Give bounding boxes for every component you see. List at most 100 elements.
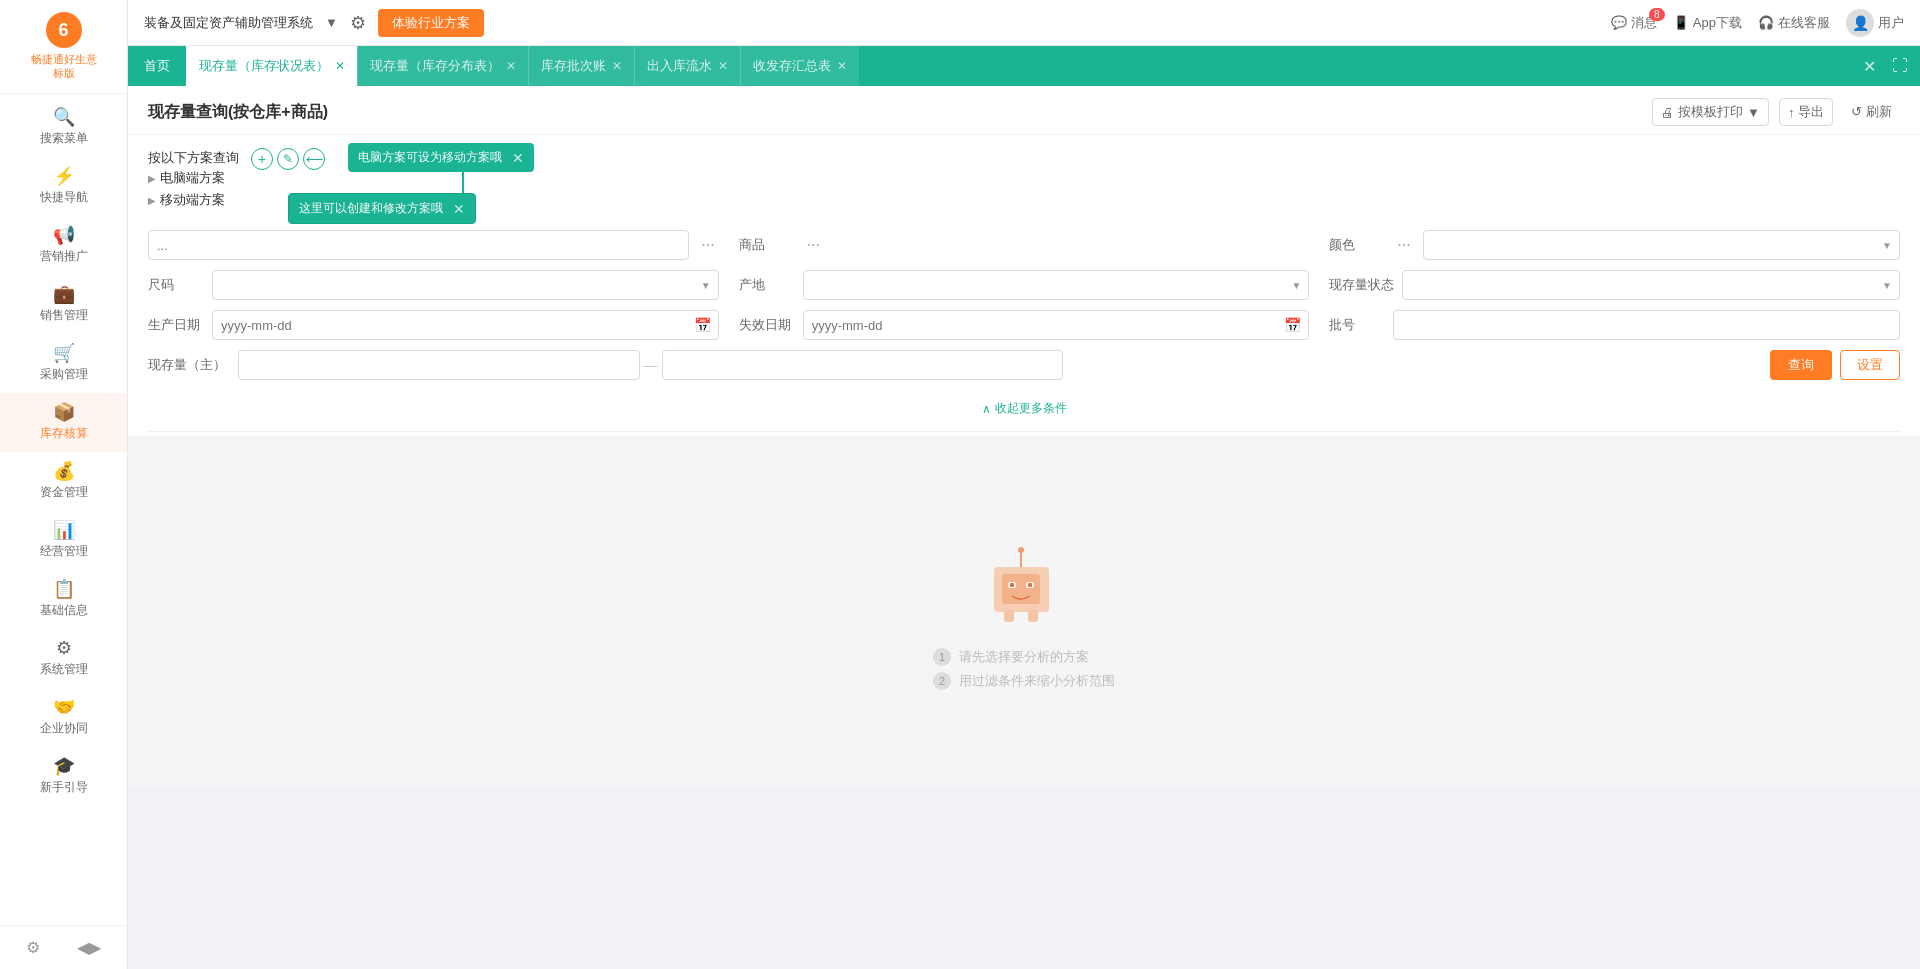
expire-date-calendar-icon[interactable]: 📅 bbox=[1284, 317, 1301, 333]
header-right: 💬 消息 8 📱 App下载 🎧 在线客服 👤 用户 bbox=[1611, 9, 1904, 37]
tab-inventory-status-label: 现存量（库存状况表） bbox=[199, 57, 329, 75]
tab-inventory-status[interactable]: 现存量（库存状况表） ✕ bbox=[186, 46, 357, 86]
scheme-back-btn[interactable]: ⟵ bbox=[303, 148, 325, 170]
system-icon: ⚙ bbox=[56, 639, 72, 657]
tab-inventory-status-close[interactable]: ✕ bbox=[335, 60, 345, 72]
size-select[interactable] bbox=[212, 270, 719, 300]
sidebar-item-business-label: 经营管理 bbox=[40, 543, 88, 560]
sidebar-collapse-btn[interactable]: ◀▶ bbox=[73, 934, 105, 961]
tabs-bar: 首页 现存量（库存状况表） ✕ 现存量（库存分布表） ✕ 库存批次账 ✕ 出入库… bbox=[128, 46, 1920, 86]
sidebar-item-system[interactable]: ⚙ 系统管理 bbox=[0, 629, 127, 688]
tabs-right: ✕ ⛶ bbox=[1859, 53, 1920, 80]
stock-range-from-input[interactable] bbox=[238, 350, 640, 380]
warehouse-input[interactable] bbox=[148, 230, 689, 260]
stock-range-to-input[interactable] bbox=[662, 350, 1064, 380]
basic-info-icon: 📋 bbox=[53, 580, 75, 598]
quicknav-icon: ⚡ bbox=[53, 167, 75, 185]
page-content: 现存量查询(按仓库+商品) 🖨 按模板打印 ▼ ↑ 导出 ↺ 刷新 bbox=[128, 86, 1920, 969]
sidebar-item-basic-info[interactable]: 📋 基础信息 bbox=[0, 570, 127, 629]
tab-inventory-dist-close[interactable]: ✕ bbox=[506, 60, 516, 72]
sidebar-item-finance[interactable]: 💰 资金管理 bbox=[0, 452, 127, 511]
collapse-btn[interactable]: ∧ 收起更多条件 bbox=[982, 394, 1067, 423]
tab-inout-close[interactable]: ✕ bbox=[718, 60, 728, 72]
stock-main-label: 现存量（主） bbox=[148, 356, 226, 374]
empty-step-2-text: 用过滤条件来缩小分析范围 bbox=[959, 672, 1115, 690]
scheme-edit-btn[interactable]: ✎ bbox=[277, 148, 299, 170]
warehouse-dots-btn[interactable]: ··· bbox=[697, 236, 718, 254]
scheme-edit-tooltip-close[interactable]: ✕ bbox=[453, 201, 465, 217]
sidebar-item-purchase[interactable]: 🛒 采购管理 bbox=[0, 334, 127, 393]
print-btn-label: 按模板打印 bbox=[1678, 103, 1743, 121]
logo-icon: 6 bbox=[46, 12, 82, 48]
scheme-pc-item[interactable]: ▶ 电脑端方案 bbox=[148, 169, 225, 187]
tab-inout[interactable]: 出入库流水 ✕ bbox=[634, 46, 740, 86]
sidebar-item-business[interactable]: 📊 经营管理 bbox=[0, 511, 127, 570]
color-select[interactable] bbox=[1423, 230, 1900, 260]
page-actions: 🖨 按模板打印 ▼ ↑ 导出 ↺ 刷新 bbox=[1652, 98, 1900, 126]
origin-select-wrap: ▼ bbox=[803, 270, 1310, 300]
sidebar-item-collab-label: 企业协同 bbox=[40, 720, 88, 737]
color-dots-btn[interactable]: ··· bbox=[1393, 236, 1414, 254]
tab-home-label: 首页 bbox=[144, 57, 170, 75]
empty-steps: 1 请先选择要分析的方案 2 用过滤条件来缩小分析范围 bbox=[933, 648, 1115, 690]
system-dropdown-btn[interactable]: ▼ bbox=[325, 15, 338, 30]
tab-summary[interactable]: 收发存汇总表 ✕ bbox=[740, 46, 859, 86]
color-label: 颜色 bbox=[1329, 236, 1385, 254]
tab-summary-close[interactable]: ✕ bbox=[837, 60, 847, 72]
sidebar-item-inventory-label: 库存核算 bbox=[40, 425, 88, 442]
batch-input[interactable] bbox=[1393, 310, 1900, 340]
scheme-mobile-item[interactable]: ▶ 移动端方案 bbox=[148, 191, 225, 209]
scheme-add-btn[interactable]: + bbox=[251, 148, 273, 170]
size-field: 尺码 ▼ bbox=[148, 270, 719, 300]
step-2-num: 2 bbox=[933, 672, 951, 690]
print-btn[interactable]: 🖨 按模板打印 ▼ bbox=[1652, 98, 1769, 126]
expire-date-label: 失效日期 bbox=[739, 316, 795, 334]
header-settings-icon[interactable]: ⚙ bbox=[350, 12, 366, 34]
export-icon: ↑ bbox=[1788, 105, 1795, 120]
stock-status-select[interactable] bbox=[1402, 270, 1900, 300]
origin-select[interactable] bbox=[803, 270, 1310, 300]
search-btn[interactable]: 查询 bbox=[1770, 350, 1832, 380]
batch-label: 批号 bbox=[1329, 316, 1385, 334]
scheme-pc-tooltip-close[interactable]: ✕ bbox=[512, 150, 524, 166]
industry-btn[interactable]: 体验行业方案 bbox=[378, 9, 484, 37]
tab-inventory-dist[interactable]: 现存量（库存分布表） ✕ bbox=[357, 46, 528, 86]
sidebar-item-marketing[interactable]: 📢 营销推广 bbox=[0, 216, 127, 275]
product-label: 商品 bbox=[739, 236, 795, 254]
filter-label: 按以下方案查询 bbox=[148, 147, 239, 167]
sidebar-item-tutorial[interactable]: 🎓 新手引导 bbox=[0, 747, 127, 806]
refresh-btn[interactable]: ↺ 刷新 bbox=[1843, 99, 1900, 125]
app-download-label: App下载 bbox=[1693, 14, 1742, 32]
app-download-btn[interactable]: 📱 App下载 bbox=[1673, 14, 1742, 32]
prod-date-input[interactable] bbox=[212, 310, 719, 340]
svg-rect-4 bbox=[1010, 583, 1014, 587]
tab-batch[interactable]: 库存批次账 ✕ bbox=[528, 46, 634, 86]
scheme-pc-label: 电脑端方案 bbox=[160, 169, 225, 187]
user-menu-btn[interactable]: 👤 用户 bbox=[1846, 9, 1904, 37]
tab-batch-close[interactable]: ✕ bbox=[612, 60, 622, 72]
tab-maximize-btn[interactable]: ⛶ bbox=[1888, 53, 1912, 79]
online-support-btn[interactable]: 🎧 在线客服 bbox=[1758, 14, 1830, 32]
product-dots-btn[interactable]: ··· bbox=[803, 236, 824, 254]
app-logo: 6 畅捷通好生意 标版 bbox=[0, 0, 127, 94]
tab-home[interactable]: 首页 bbox=[128, 46, 186, 86]
prod-date-calendar-icon[interactable]: 📅 bbox=[694, 317, 711, 333]
prod-date-label: 生产日期 bbox=[148, 316, 204, 334]
sidebar: 6 畅捷通好生意 标版 🔍 搜索菜单 ⚡ 快捷导航 📢 营销推广 💼 销售管理 … bbox=[0, 0, 128, 969]
sidebar-item-inventory[interactable]: 📦 库存核算 bbox=[0, 393, 127, 452]
messages-btn[interactable]: 💬 消息 8 bbox=[1611, 14, 1657, 32]
sidebar-item-collab[interactable]: 🤝 企业协同 bbox=[0, 688, 127, 747]
arrow-right-icon2: ▶ bbox=[148, 195, 156, 206]
search-nav-icon: 🔍 bbox=[53, 108, 75, 126]
expire-date-input[interactable] bbox=[803, 310, 1310, 340]
export-btn[interactable]: ↑ 导出 bbox=[1779, 98, 1834, 126]
print-icon: 🖨 bbox=[1661, 105, 1674, 120]
scheme-list: ▶ 电脑端方案 ▶ 移动端方案 bbox=[148, 169, 225, 209]
sidebar-item-quicknav[interactable]: ⚡ 快捷导航 bbox=[0, 157, 127, 216]
sidebar-item-search[interactable]: 🔍 搜索菜单 bbox=[0, 98, 127, 157]
reset-btn[interactable]: 设置 bbox=[1840, 350, 1900, 380]
sidebar-bottom: ⚙ ◀▶ bbox=[0, 925, 127, 969]
tab-close-all-btn[interactable]: ✕ bbox=[1859, 53, 1880, 80]
sidebar-settings-btn[interactable]: ⚙ bbox=[22, 934, 44, 961]
sidebar-item-sales[interactable]: 💼 销售管理 bbox=[0, 275, 127, 334]
